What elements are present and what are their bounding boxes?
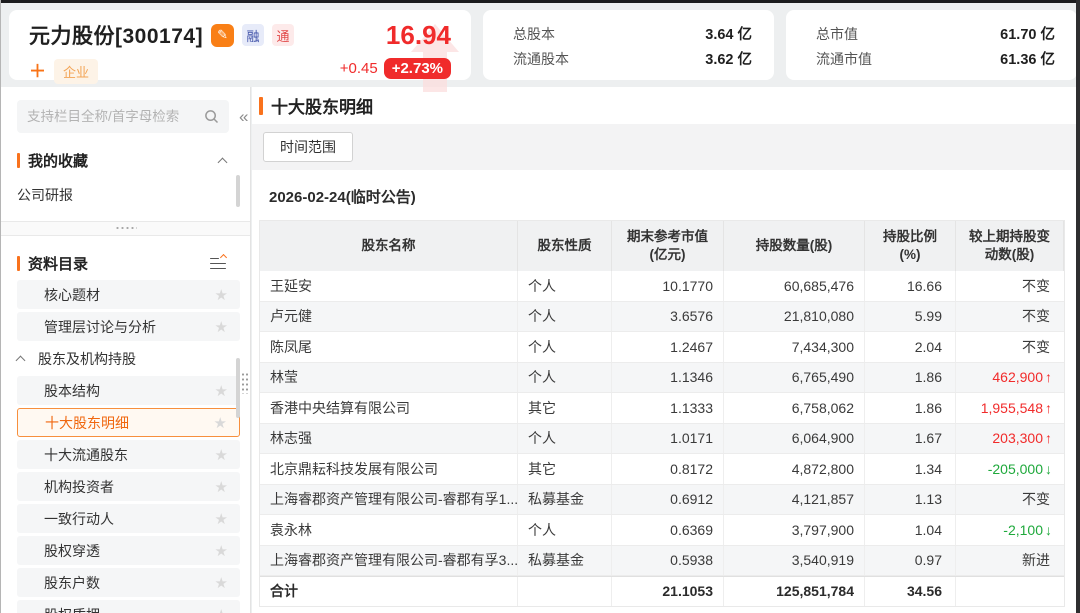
- table-header-row: 股东名称 股东性质 期末参考市值 (亿元): [260, 221, 1064, 271]
- sidebar-nav-item[interactable]: 管理层讨论与分析: [17, 312, 240, 341]
- share-capital-card: 总股本 3.64 亿 流通股本 3.62 亿: [483, 10, 774, 80]
- favorites-title: 我的收藏: [28, 150, 219, 171]
- window-top-edge: [1, 0, 1080, 3]
- chevron-up-icon: [16, 355, 26, 365]
- sidebar-item-company-report[interactable]: 公司研报: [1, 177, 250, 213]
- panel-resize-handle[interactable]: [241, 372, 248, 394]
- table-total-row: 合计 21.1053 125,851,784 34.56: [260, 576, 1064, 607]
- filter-toolbar: 时间范围: [252, 124, 1076, 170]
- sidebar-nav-item[interactable]: 股本结构: [17, 376, 240, 405]
- collapse-sidebar-icon[interactable]: [235, 107, 251, 127]
- report-date-heading: 2026-02-24(临时公告): [269, 186, 1076, 207]
- enterprise-tag[interactable]: 企业: [54, 59, 98, 84]
- star-icon[interactable]: [215, 478, 228, 496]
- chevron-up-icon[interactable]: [218, 157, 228, 167]
- time-range-button[interactable]: 时间范围: [263, 132, 353, 162]
- directory-nav-list: 核心题材 管理层讨论与分析 股东及机构持股 股本结构: [1, 280, 250, 613]
- star-icon[interactable]: [215, 510, 228, 528]
- window-right-edge: [1076, 0, 1080, 613]
- sidebar: 我的收藏 公司研报 资料目录 核心题材 管理层讨论与分析: [1, 87, 251, 613]
- price-change: +0.45: [340, 60, 378, 77]
- change-direction-arrow-icon: [1045, 430, 1052, 446]
- table-header-cell[interactable]: 期末参考市值 (亿元): [612, 221, 724, 271]
- sidebar-nav-item[interactable]: 机构投资者: [17, 472, 240, 501]
- stock-header: 元力股份[300174] ✎ 融 通 ＋ 企业 16.94 +0.45 +2.7…: [1, 3, 1077, 87]
- main-content: 十大股东明细 时间范围 2026-02-24(临时公告) 股东名称 股东性质: [252, 87, 1076, 613]
- section-accent-bar: [17, 256, 20, 271]
- table-header-cell[interactable]: 持股比例 (%): [865, 221, 956, 271]
- float-shares-label: 流通股本: [513, 49, 569, 69]
- price-block: 16.94 +0.45 +2.73%: [340, 20, 457, 72]
- sidebar-search-box[interactable]: [17, 100, 229, 133]
- table-header-cell[interactable]: 持股数量(股): [724, 221, 865, 271]
- edit-icon[interactable]: ✎: [211, 24, 234, 47]
- float-shares-value: 3.62 亿: [705, 48, 752, 69]
- divider-drag-handle-icon[interactable]: [115, 226, 137, 231]
- favorites-section-header[interactable]: 我的收藏: [17, 150, 234, 171]
- last-price: 16.94: [340, 20, 451, 51]
- sidebar-nav-item[interactable]: 核心题材: [17, 280, 240, 309]
- star-icon[interactable]: [214, 414, 227, 432]
- margin-trading-badge: 融: [242, 24, 264, 46]
- star-icon[interactable]: [215, 318, 228, 336]
- price-change-percent-badge: +2.73%: [384, 58, 451, 79]
- table-row[interactable]: 卢元健 个人 3.6576 21,810,080 5.99 不变: [260, 302, 1064, 333]
- connect-badge: 通: [272, 24, 294, 46]
- shareholders-table: 股东名称 股东性质 期末参考市值 (亿元): [259, 220, 1065, 607]
- table-header-cell[interactable]: 股东性质: [518, 221, 612, 271]
- market-cap-card: 总市值 61.70 亿 流通市值 61.36 亿: [786, 10, 1077, 80]
- star-icon[interactable]: [215, 446, 228, 464]
- sidebar-nav-item[interactable]: 股东户数: [17, 568, 240, 597]
- directory-scrollbar-thumb[interactable]: [236, 358, 240, 418]
- table-row[interactable]: 林志强 个人 1.0171 6,064,900 1.67 203,300: [260, 424, 1064, 455]
- sidebar-nav-item[interactable]: 股权质押: [17, 600, 240, 613]
- add-icon[interactable]: ＋: [29, 63, 46, 80]
- table-row[interactable]: 王延安 个人 10.1770 60,685,476 16.66 不变: [260, 271, 1064, 302]
- app-window: 元力股份[300174] ✎ 融 通 ＋ 企业 16.94 +0.45 +2.7…: [0, 0, 1080, 613]
- title-accent-bar: [259, 97, 263, 115]
- sidebar-nav-item[interactable]: 一致行动人: [17, 504, 240, 533]
- sidebar-nav-item[interactable]: 股权穿透: [17, 536, 240, 565]
- stock-name: 元力股份[300174]: [29, 20, 203, 50]
- table-header-cell[interactable]: 较上期持股变 动数(股): [956, 221, 1064, 271]
- table-row[interactable]: 北京鼎耘科技发展有限公司 其它 0.8172 4,872,800 1.34 -2…: [260, 454, 1064, 485]
- stock-info-card: 元力股份[300174] ✎ 融 通 ＋ 企业 16.94 +0.45 +2.7…: [9, 10, 471, 80]
- sidebar-nav-item[interactable]: 十大流通股东: [17, 440, 240, 469]
- star-icon[interactable]: [215, 574, 228, 592]
- table-row[interactable]: 陈凤尾 个人 1.2467 7,434,300 2.04 不变: [260, 332, 1064, 363]
- total-mktcap-label: 总市值: [816, 24, 858, 44]
- total-shares-value: 3.64 亿: [705, 23, 752, 44]
- star-icon[interactable]: [215, 382, 228, 400]
- table-row[interactable]: 袁永林 个人 0.6369 3,797,900 1.04 -2,100: [260, 515, 1064, 546]
- section-accent-bar: [17, 153, 20, 168]
- favorites-scrollbar-thumb[interactable]: [236, 175, 240, 207]
- change-direction-arrow-icon: [1045, 461, 1052, 477]
- directory-section-header[interactable]: 资料目录: [17, 253, 234, 274]
- table-row[interactable]: 上海睿郡资产管理有限公司-睿郡有孚3... 私募基金 0.5938 3,540,…: [260, 546, 1064, 577]
- sidebar-search-input[interactable]: [27, 109, 204, 124]
- change-direction-arrow-icon: [1045, 369, 1052, 385]
- change-direction-arrow-icon: [1045, 522, 1052, 538]
- table-body: 王延安 个人 10.1770 60,685,476 16.66 不变 卢元健 个…: [260, 271, 1064, 576]
- float-mktcap-label: 流通市值: [816, 49, 872, 69]
- sidebar-nav-item[interactable]: 股东及机构持股: [17, 344, 240, 373]
- star-icon[interactable]: [215, 542, 228, 560]
- total-shares-label: 总股本: [513, 24, 555, 44]
- total-mktcap-value: 61.70 亿: [1000, 23, 1055, 44]
- table-row[interactable]: 香港中央结算有限公司 其它 1.1333 6,758,062 1.86 1,95…: [260, 393, 1064, 424]
- change-direction-arrow-icon: [1045, 400, 1052, 416]
- sidebar-panel-divider[interactable]: [1, 221, 250, 236]
- table-row[interactable]: 林莹 个人 1.1346 6,765,490 1.86 462,900: [260, 363, 1064, 394]
- star-icon[interactable]: [215, 286, 228, 304]
- collapse-all-icon[interactable]: [210, 257, 226, 271]
- page-title: 十大股东明细: [271, 93, 373, 118]
- stock-identity: 元力股份[300174] ✎ 融 通 ＋ 企业: [29, 20, 294, 72]
- star-icon[interactable]: [215, 606, 228, 613]
- table-row[interactable]: 上海睿郡资产管理有限公司-睿郡有孚1... 私募基金 0.6912 4,121,…: [260, 485, 1064, 516]
- search-icon[interactable]: [204, 109, 219, 124]
- table-header-cell[interactable]: 股东名称: [260, 221, 518, 271]
- float-mktcap-value: 61.36 亿: [1000, 48, 1055, 69]
- sidebar-nav-item[interactable]: 十大股东明细: [17, 408, 240, 437]
- directory-title: 资料目录: [28, 253, 210, 274]
